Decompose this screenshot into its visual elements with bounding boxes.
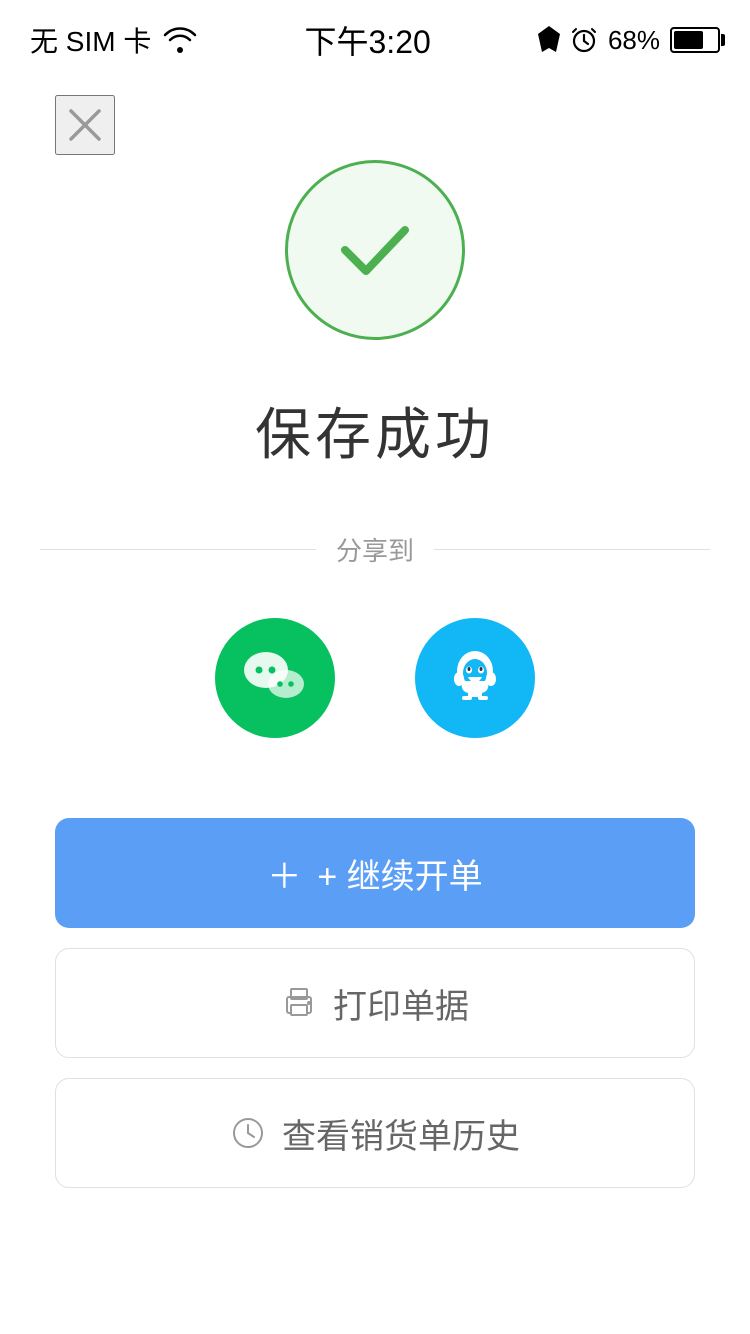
close-icon bbox=[65, 105, 105, 145]
main-content: 保存成功 分享到 bbox=[0, 80, 750, 1188]
action-buttons: ＋ + 继续开单 打印单据 查看销货单历史 bbox=[0, 818, 750, 1188]
status-right: 68% bbox=[538, 25, 720, 56]
wechat-icon bbox=[240, 648, 310, 708]
divider-line-left bbox=[40, 549, 316, 550]
share-divider: 分享到 bbox=[40, 531, 710, 568]
status-left: 无 SIM 卡 bbox=[30, 20, 197, 60]
status-bar: 无 SIM 卡 下午3:20 68% bbox=[0, 0, 750, 80]
clock-icon bbox=[230, 1115, 266, 1151]
qq-icon bbox=[440, 643, 510, 713]
success-circle bbox=[285, 160, 465, 340]
wechat-share-button[interactable] bbox=[215, 618, 335, 738]
battery-icon bbox=[670, 27, 720, 53]
continue-label: + 继续开单 bbox=[317, 849, 482, 898]
wifi-icon bbox=[163, 27, 197, 53]
divider-line-right bbox=[434, 549, 710, 550]
plus-icon: ＋ bbox=[267, 849, 301, 898]
share-icons bbox=[40, 618, 710, 738]
continue-button[interactable]: ＋ + 继续开单 bbox=[55, 818, 695, 928]
status-time: 下午3:20 bbox=[305, 17, 431, 63]
history-button[interactable]: 查看销货单历史 bbox=[55, 1078, 695, 1188]
no-sim-text: 无 SIM 卡 bbox=[30, 20, 151, 60]
print-button[interactable]: 打印单据 bbox=[55, 948, 695, 1058]
history-label: 查看销货单历史 bbox=[282, 1109, 520, 1158]
location-icon bbox=[538, 26, 560, 54]
qq-share-button[interactable] bbox=[415, 618, 535, 738]
print-label: 打印单据 bbox=[333, 979, 469, 1028]
printer-icon bbox=[281, 985, 317, 1021]
success-title: 保存成功 bbox=[255, 390, 495, 471]
close-button[interactable] bbox=[55, 95, 115, 155]
checkmark-icon bbox=[330, 205, 420, 295]
share-label: 分享到 bbox=[316, 531, 434, 568]
battery-percent: 68% bbox=[608, 25, 660, 56]
share-section: 分享到 bbox=[0, 531, 750, 738]
alarm-icon bbox=[570, 26, 598, 54]
